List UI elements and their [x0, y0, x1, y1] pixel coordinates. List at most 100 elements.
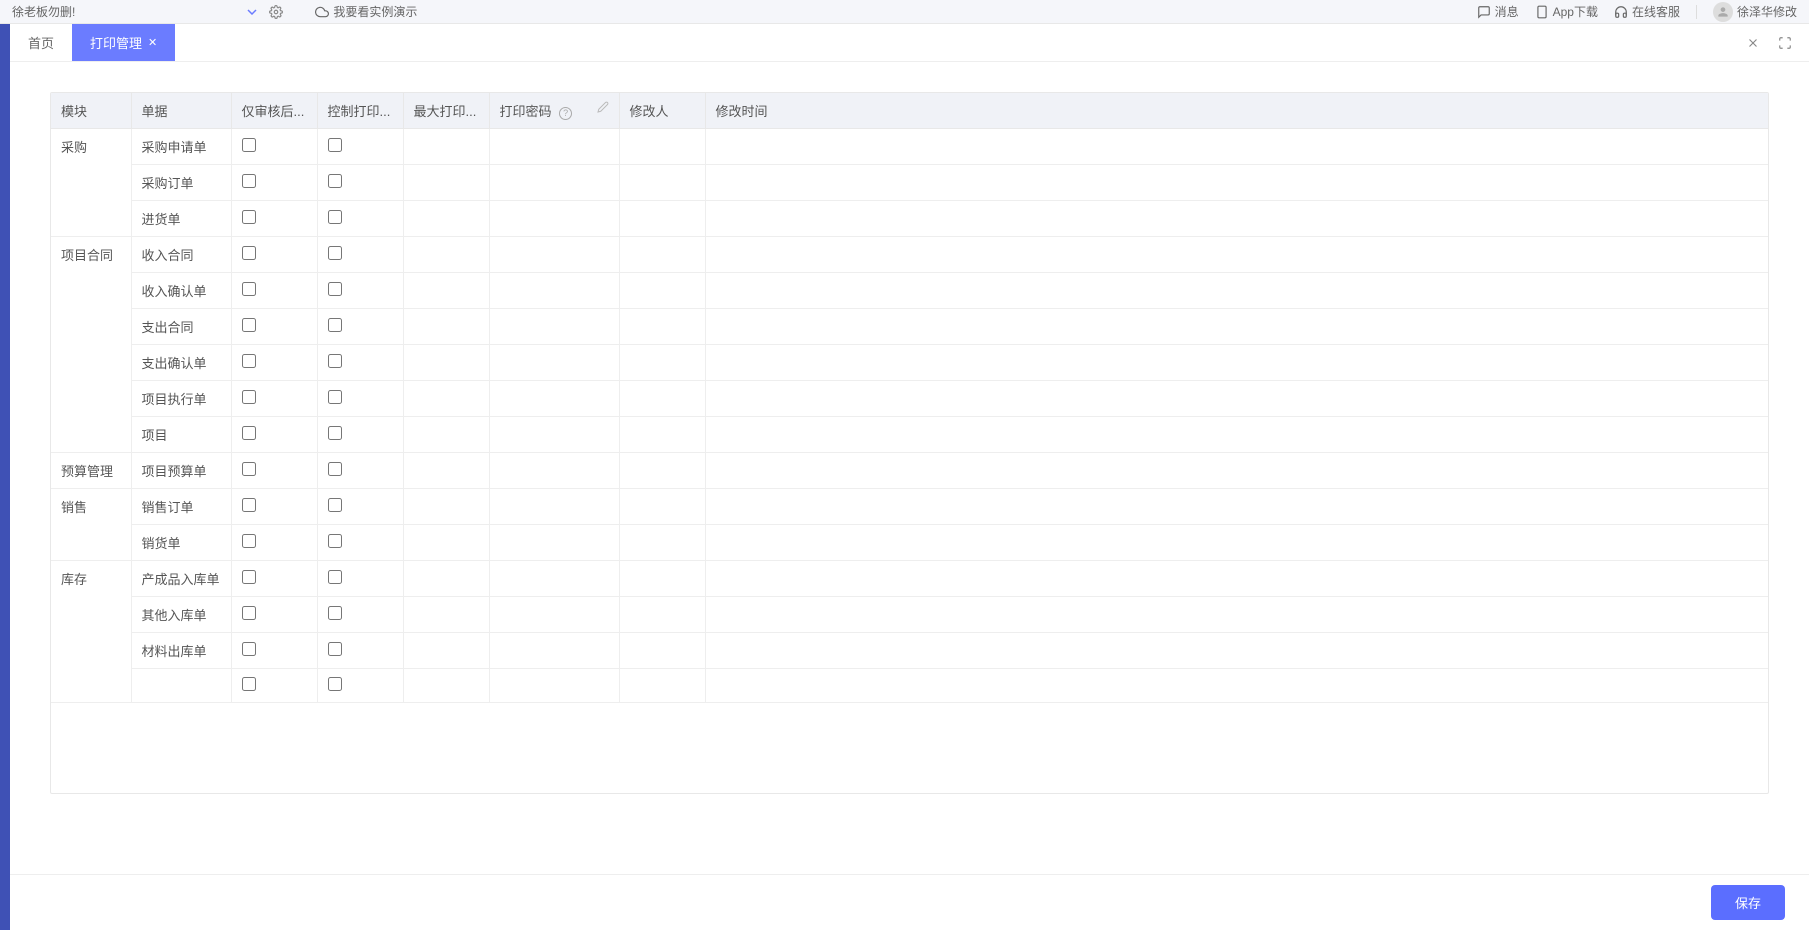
checkbox-control-print[interactable] — [328, 390, 342, 404]
checkbox-control-print[interactable] — [328, 282, 342, 296]
cell-audit-only — [231, 453, 317, 489]
checkbox-audit-only[interactable] — [242, 282, 256, 296]
checkbox-audit-only[interactable] — [242, 390, 256, 404]
table-row: 预算管理项目预算单 — [51, 453, 1768, 489]
cell-print-pwd — [489, 669, 619, 703]
cell-modify-time — [705, 201, 1768, 237]
cell-modifier — [619, 129, 705, 165]
cell-print-pwd — [489, 453, 619, 489]
table-row: 采购订单 — [51, 165, 1768, 201]
checkbox-audit-only[interactable] — [242, 462, 256, 476]
edit-icon[interactable] — [597, 101, 609, 116]
checkbox-audit-only[interactable] — [242, 318, 256, 332]
cell-doc: 项目 — [131, 417, 231, 453]
cell-print-pwd — [489, 201, 619, 237]
checkbox-control-print[interactable] — [328, 606, 342, 620]
print-settings-table: 模块 单据 仅审核后... 控制打印... 最大打印... 打印密码 ? — [51, 93, 1768, 703]
cell-audit-only — [231, 417, 317, 453]
checkbox-audit-only[interactable] — [242, 174, 256, 188]
cell-doc: 销售订单 — [131, 489, 231, 525]
checkbox-control-print[interactable] — [328, 462, 342, 476]
checkbox-control-print[interactable] — [328, 318, 342, 332]
tab-print-management[interactable]: 打印管理 ✕ — [72, 24, 175, 61]
checkbox-audit-only[interactable] — [242, 642, 256, 656]
save-button[interactable]: 保存 — [1711, 885, 1785, 920]
fullscreen-button[interactable] — [1773, 31, 1797, 55]
checkbox-audit-only[interactable] — [242, 426, 256, 440]
checkbox-control-print[interactable] — [328, 534, 342, 548]
checkbox-audit-only[interactable] — [242, 570, 256, 584]
online-service-link[interactable]: 在线客服 — [1614, 3, 1680, 20]
checkbox-control-print[interactable] — [328, 426, 342, 440]
app-download-link[interactable]: App下载 — [1535, 3, 1598, 20]
cell-doc: 采购订单 — [131, 165, 231, 201]
avatar-icon — [1713, 2, 1733, 22]
demo-link-label: 我要看实例演示 — [333, 3, 417, 20]
th-print-pwd: 打印密码 ? — [489, 93, 619, 129]
cell-print-pwd — [489, 165, 619, 201]
table-body: 采购采购申请单采购订单进货单项目合同收入合同收入确认单支出合同支出确认单项目执行… — [51, 129, 1768, 703]
cell-max-print — [403, 633, 489, 669]
cell-print-pwd — [489, 309, 619, 345]
cell-control-print — [317, 381, 403, 417]
cell-print-pwd — [489, 129, 619, 165]
cell-modifier — [619, 201, 705, 237]
checkbox-control-print[interactable] — [328, 174, 342, 188]
checkbox-audit-only[interactable] — [242, 210, 256, 224]
demo-link[interactable]: 我要看实例演示 — [315, 3, 417, 20]
checkbox-audit-only[interactable] — [242, 498, 256, 512]
checkbox-control-print[interactable] — [328, 210, 342, 224]
cell-max-print — [403, 201, 489, 237]
cell-doc: 产成品入库单 — [131, 561, 231, 597]
table-row: 采购采购申请单 — [51, 129, 1768, 165]
checkbox-audit-only[interactable] — [242, 534, 256, 548]
tabbar: 首页 打印管理 ✕ — [10, 24, 1809, 62]
cell-modifier — [619, 309, 705, 345]
close-icon — [1746, 36, 1760, 50]
table-scroll[interactable]: 模块 单据 仅审核后... 控制打印... 最大打印... 打印密码 ? — [51, 93, 1768, 793]
checkbox-audit-only[interactable] — [242, 246, 256, 260]
cell-modifier — [619, 525, 705, 561]
table-row: 进货单 — [51, 201, 1768, 237]
table-row: 支出合同 — [51, 309, 1768, 345]
checkbox-control-print[interactable] — [328, 354, 342, 368]
cell-control-print — [317, 273, 403, 309]
cell-print-pwd — [489, 273, 619, 309]
cell-control-print — [317, 597, 403, 633]
checkbox-control-print[interactable] — [328, 498, 342, 512]
checkbox-audit-only[interactable] — [242, 606, 256, 620]
cell-modifier — [619, 417, 705, 453]
tab-home[interactable]: 首页 — [10, 24, 72, 61]
table-header-row: 模块 单据 仅审核后... 控制打印... 最大打印... 打印密码 ? — [51, 93, 1768, 129]
user-menu[interactable]: 徐泽华修改 — [1713, 2, 1797, 22]
checkbox-control-print[interactable] — [328, 570, 342, 584]
cell-print-pwd — [489, 525, 619, 561]
messages-link[interactable]: 消息 — [1477, 3, 1519, 20]
cell-doc: 收入确认单 — [131, 273, 231, 309]
checkbox-audit-only[interactable] — [242, 354, 256, 368]
close-all-tabs-button[interactable] — [1741, 31, 1765, 55]
checkbox-control-print[interactable] — [328, 138, 342, 152]
checkbox-audit-only[interactable] — [242, 677, 256, 691]
cell-modifier — [619, 165, 705, 201]
cell-modifier — [619, 381, 705, 417]
cell-modify-time — [705, 669, 1768, 703]
tab-close-icon[interactable]: ✕ — [148, 36, 157, 49]
table-row: 支出确认单 — [51, 345, 1768, 381]
th-modify-time: 修改时间 — [705, 93, 1768, 129]
help-icon[interactable]: ? — [559, 107, 572, 120]
table-row: 其他入库单 — [51, 597, 1768, 633]
cell-audit-only — [231, 597, 317, 633]
org-selector[interactable]: 徐老板勿删! — [12, 3, 257, 20]
cell-doc: 收入合同 — [131, 237, 231, 273]
checkbox-control-print[interactable] — [328, 246, 342, 260]
table-row — [51, 669, 1768, 703]
cell-max-print — [403, 597, 489, 633]
checkbox-audit-only[interactable] — [242, 138, 256, 152]
left-nav-strip[interactable] — [0, 24, 10, 930]
cell-control-print — [317, 237, 403, 273]
cell-audit-only — [231, 237, 317, 273]
checkbox-control-print[interactable] — [328, 677, 342, 691]
checkbox-control-print[interactable] — [328, 642, 342, 656]
gear-icon[interactable] — [269, 5, 283, 19]
